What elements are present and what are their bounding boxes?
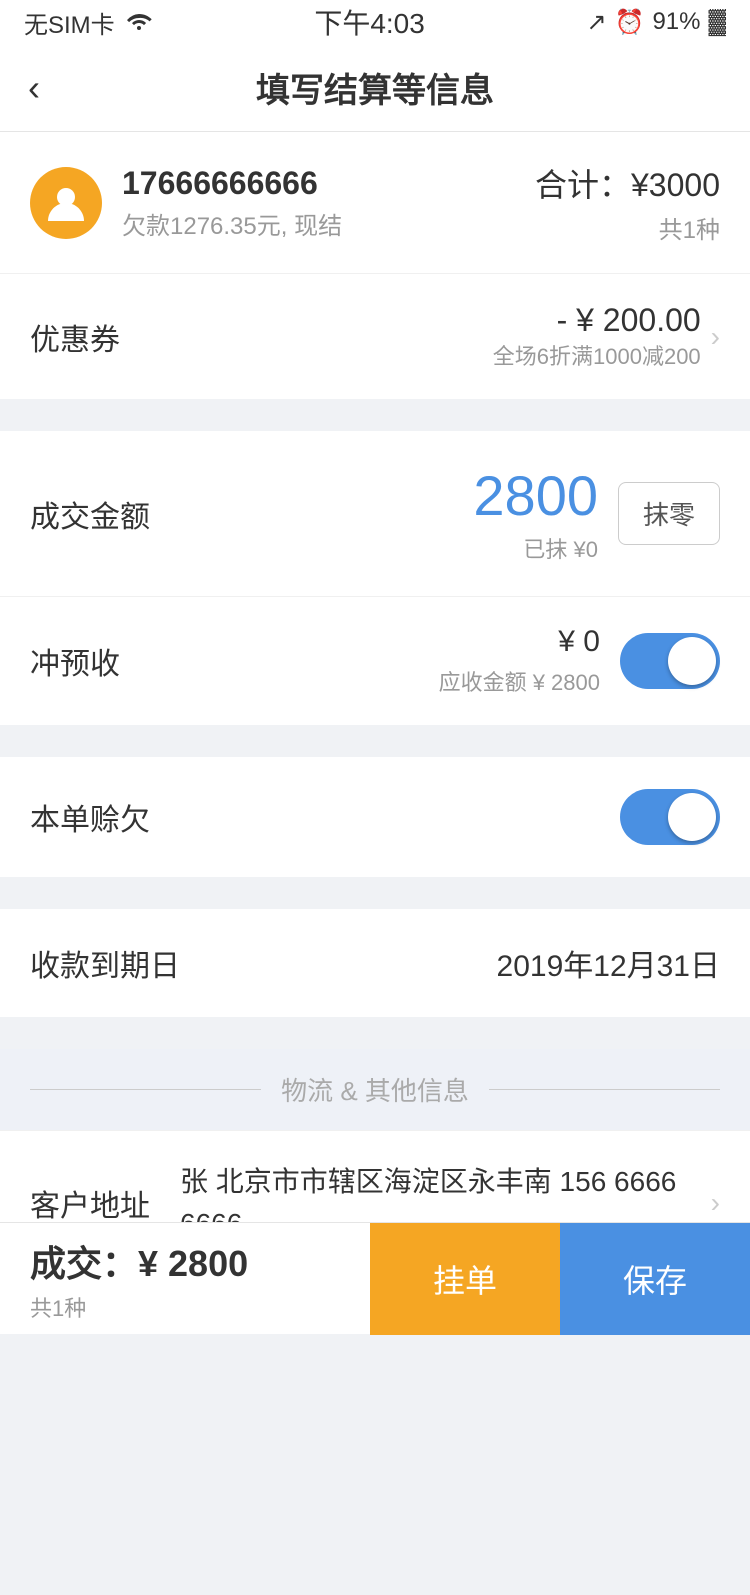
customer-phone: 17666666666 (122, 165, 342, 202)
deal-amount-wrap: 2800 已抹 ¥0 (473, 463, 598, 564)
coupon-label: 优惠券 (30, 315, 120, 359)
customer-right: 合计：¥3000 共1种 (535, 160, 720, 245)
alarm-icon: ⏰ (615, 8, 645, 37)
customer-left: 17666666666 欠款1276.35元, 现结 (30, 165, 342, 241)
logistics-section: 物流 & 其他信息 (0, 1049, 750, 1130)
battery-icon: ▓ (709, 8, 727, 36)
customer-sub: 欠款1276.35元, 现结 (122, 206, 342, 241)
benshanji-label: 本单赊欠 (30, 795, 150, 839)
due-date-value: 2019年12月31日 (497, 941, 720, 985)
deal-amount-right: 2800 已抹 ¥0 抹零 (473, 463, 720, 564)
benshanji-card: 本单赊欠 (0, 757, 750, 877)
deal-amount-label: 成交金额 (30, 492, 150, 536)
user-icon (44, 181, 88, 225)
chong-yushou-label: 冲预收 (30, 639, 120, 683)
chong-amount-wrap: ¥ 0 应收金额 ¥ 2800 (439, 625, 600, 697)
coupon-right-wrap: - ¥ 200.00 全场6折满1000减200 (493, 302, 701, 371)
benshanji-toggle[interactable] (620, 789, 720, 845)
deal-amount-card: 成交金额 2800 已抹 ¥0 抹零 冲预收 ¥ 0 应收金额 ¥ 2800 (0, 431, 750, 725)
deal-amount-value: 2800 (473, 463, 598, 528)
divider-left (30, 1089, 261, 1090)
benshanji-row: 本单赊欠 (0, 757, 750, 877)
customer-row: 17666666666 欠款1276.35元, 现结 合计：¥3000 共1种 (0, 132, 750, 273)
chong-yushou-row: 冲预收 ¥ 0 应收金额 ¥ 2800 (0, 597, 750, 725)
chong-yushou-right: ¥ 0 应收金额 ¥ 2800 (439, 625, 720, 697)
chong-amount: ¥ 0 (439, 625, 600, 659)
divider-right (489, 1089, 720, 1090)
toggle-knob (668, 637, 716, 685)
bottom-count: 共1种 (30, 1291, 340, 1323)
benshanji-toggle-knob (668, 793, 716, 841)
customer-card: 17666666666 欠款1276.35元, 现结 合计：¥3000 共1种 … (0, 132, 750, 399)
location-icon: ↗ (586, 8, 606, 37)
coupon-discount: - ¥ 200.00 (493, 302, 701, 339)
chong-sub: 应收金额 ¥ 2800 (439, 665, 600, 697)
bottom-summary: 成交：¥ 2800 共1种 (0, 1235, 370, 1323)
status-time: 下午4:03 (314, 2, 425, 42)
round-zero-button[interactable]: 抹零 (618, 482, 720, 545)
hang-button[interactable]: 挂单 (370, 1223, 560, 1335)
address-label: 客户地址 (30, 1181, 150, 1225)
logistics-header: 物流 & 其他信息 (0, 1049, 750, 1130)
section-gap-4 (0, 1033, 750, 1049)
nav-bar: ‹ 填写结算等信息 (0, 44, 750, 132)
avatar (30, 167, 102, 239)
page-title: 填写结算等信息 (256, 63, 494, 112)
bottom-deal-text: 成交：¥ 2800 (30, 1235, 340, 1287)
coupon-chevron-icon: › (711, 321, 720, 353)
due-date-row: 收款到期日 2019年12月31日 (0, 909, 750, 1017)
due-date-card: 收款到期日 2019年12月31日 (0, 909, 750, 1017)
coupon-row[interactable]: 优惠券 - ¥ 200.00 全场6折满1000减200 › (0, 273, 750, 399)
coupon-right: - ¥ 200.00 全场6折满1000减200 › (493, 302, 720, 371)
status-bar: 无SIM卡 下午4:03 ↗ ⏰ 91% ▓ (0, 0, 750, 44)
total-amount: 合计：¥3000 (535, 160, 720, 206)
status-right: ↗ ⏰ 91% ▓ (586, 8, 726, 37)
logistics-label: 物流 & 其他信息 (261, 1071, 489, 1108)
bottom-deal-label: 成交： (30, 1243, 138, 1284)
total-count: 共1种 (535, 210, 720, 245)
coupon-sub: 全场6折满1000减200 (493, 339, 701, 371)
customer-info: 17666666666 欠款1276.35元, 现结 (122, 165, 342, 241)
deal-amount-sub: 已抹 ¥0 (473, 532, 598, 564)
section-gap-2 (0, 741, 750, 757)
section-gap-3 (0, 893, 750, 909)
address-chevron-icon: › (711, 1187, 720, 1219)
wifi-icon (125, 8, 153, 37)
deal-amount-row: 成交金额 2800 已抹 ¥0 抹零 (0, 431, 750, 597)
back-button[interactable]: ‹ (28, 67, 40, 109)
due-date-label: 收款到期日 (30, 941, 180, 985)
bottom-deal-amount: ¥ 2800 (138, 1243, 248, 1284)
battery-text: 91% (652, 8, 700, 36)
section-gap-1 (0, 415, 750, 431)
save-button[interactable]: 保存 (560, 1223, 750, 1335)
main-content: 17666666666 欠款1276.35元, 现结 合计：¥3000 共1种 … (0, 132, 750, 1595)
bottom-bar: 成交：¥ 2800 共1种 挂单 保存 (0, 1222, 750, 1334)
status-left: 无SIM卡 (24, 5, 153, 40)
chong-yushou-toggle[interactable] (620, 633, 720, 689)
no-sim-text: 无SIM卡 (24, 5, 115, 40)
